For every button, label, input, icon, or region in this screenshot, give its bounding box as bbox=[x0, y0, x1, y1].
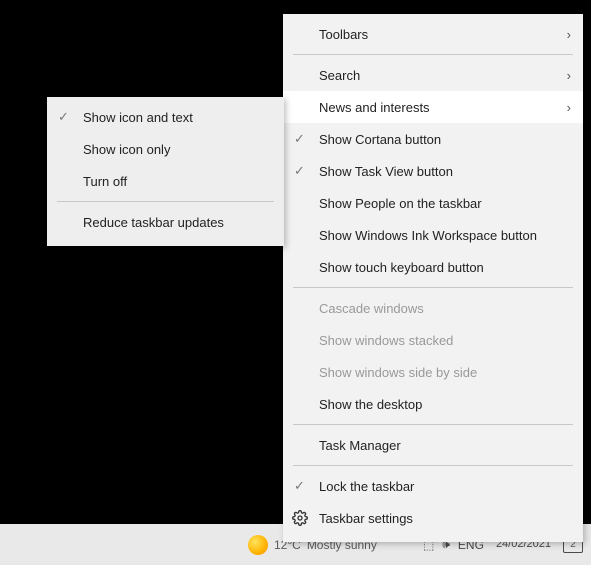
menu-item-side-by-side: Show windows side by side bbox=[283, 356, 583, 388]
check-icon: ✓ bbox=[294, 478, 305, 494]
menu-label: Show touch keyboard button bbox=[319, 260, 484, 275]
menu-item-show-people[interactable]: Show People on the taskbar bbox=[283, 187, 583, 219]
menu-item-show-cortana[interactable]: ✓ Show Cortana button bbox=[283, 123, 583, 155]
menu-separator bbox=[293, 424, 573, 425]
menu-item-news-interests[interactable]: News and interests › bbox=[283, 91, 583, 123]
menu-label: Reduce taskbar updates bbox=[83, 215, 224, 230]
menu-label: Show windows side by side bbox=[319, 365, 477, 380]
menu-item-taskbar-settings[interactable]: Taskbar settings bbox=[283, 502, 583, 534]
menu-item-toolbars[interactable]: Toolbars › bbox=[283, 18, 583, 50]
submenu-item-turn-off[interactable]: Turn off bbox=[47, 165, 284, 197]
chevron-right-icon: › bbox=[567, 100, 571, 115]
taskbar-context-menu: Toolbars › Search › News and interests ›… bbox=[283, 14, 583, 542]
menu-label: Task Manager bbox=[319, 438, 401, 453]
menu-label: Show icon only bbox=[83, 142, 170, 157]
menu-separator bbox=[293, 287, 573, 288]
submenu-item-icon-only[interactable]: Show icon only bbox=[47, 133, 284, 165]
menu-label: Lock the taskbar bbox=[319, 479, 414, 494]
news-interests-submenu: ✓ Show icon and text Show icon only Turn… bbox=[47, 97, 284, 246]
menu-separator bbox=[293, 54, 573, 55]
chevron-right-icon: › bbox=[567, 68, 571, 83]
menu-label: Show People on the taskbar bbox=[319, 196, 482, 211]
check-icon: ✓ bbox=[58, 109, 69, 125]
menu-label: Taskbar settings bbox=[319, 511, 413, 526]
check-icon: ✓ bbox=[294, 163, 305, 179]
check-icon: ✓ bbox=[294, 131, 305, 147]
menu-label: Turn off bbox=[83, 174, 127, 189]
sun-icon bbox=[248, 535, 268, 555]
menu-item-show-taskview[interactable]: ✓ Show Task View button bbox=[283, 155, 583, 187]
menu-label: Show icon and text bbox=[83, 110, 193, 125]
menu-item-show-ink[interactable]: Show Windows Ink Workspace button bbox=[283, 219, 583, 251]
menu-item-show-desktop[interactable]: Show the desktop bbox=[283, 388, 583, 420]
menu-label: Search bbox=[319, 68, 360, 83]
menu-item-stacked: Show windows stacked bbox=[283, 324, 583, 356]
menu-label: Show windows stacked bbox=[319, 333, 453, 348]
submenu-item-icon-text[interactable]: ✓ Show icon and text bbox=[47, 101, 284, 133]
menu-item-cascade: Cascade windows bbox=[283, 292, 583, 324]
menu-label: News and interests bbox=[319, 100, 430, 115]
menu-item-task-manager[interactable]: Task Manager bbox=[283, 429, 583, 461]
menu-label: Toolbars bbox=[319, 27, 368, 42]
menu-item-show-touch-keyboard[interactable]: Show touch keyboard button bbox=[283, 251, 583, 283]
menu-separator bbox=[293, 465, 573, 466]
chevron-right-icon: › bbox=[567, 27, 571, 42]
menu-item-search[interactable]: Search › bbox=[283, 59, 583, 91]
menu-label: Show Task View button bbox=[319, 164, 453, 179]
menu-label: Show Cortana button bbox=[319, 132, 441, 147]
menu-item-lock-taskbar[interactable]: ✓ Lock the taskbar bbox=[283, 470, 583, 502]
gear-icon bbox=[292, 510, 308, 526]
submenu-item-reduce-updates[interactable]: Reduce taskbar updates bbox=[47, 206, 284, 238]
menu-label: Show the desktop bbox=[319, 397, 422, 412]
menu-label: Cascade windows bbox=[319, 301, 424, 316]
menu-label: Show Windows Ink Workspace button bbox=[319, 228, 537, 243]
menu-separator bbox=[57, 201, 274, 202]
